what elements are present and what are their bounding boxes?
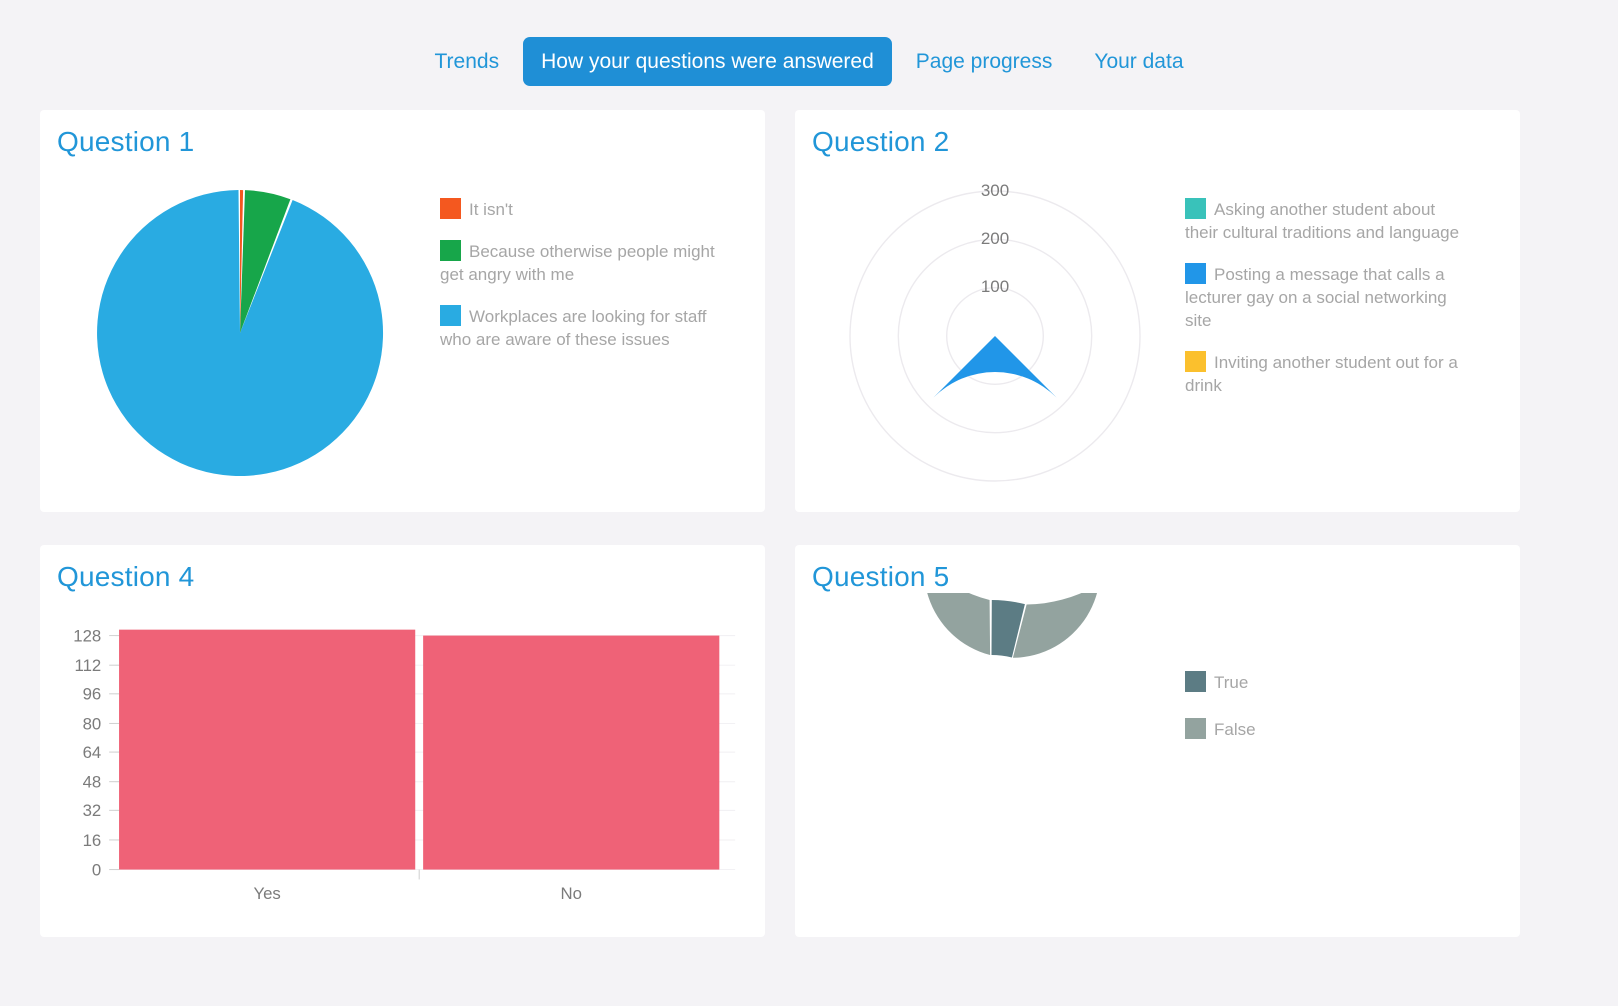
card-question-5: Question 5 True False [795,545,1520,937]
legend-label: Asking another student about their cultu… [1185,200,1460,242]
tab-trends[interactable]: Trends [417,37,518,86]
legend-swatch-orange-icon [440,198,461,219]
doughnut-slice-false[interactable] [882,545,1168,658]
legend-question-5: True False [1185,593,1256,765]
y-tick-label-64: 64 [83,743,102,762]
legend-label: True [1214,673,1249,692]
legend-item-true[interactable]: True [1185,671,1256,695]
legend-question-2: Asking another student about their cultu… [1185,158,1470,416]
polar-sector-posting-message[interactable] [933,336,1057,398]
y-tick-label-32: 32 [83,801,102,820]
y-tick-label-96: 96 [83,685,102,704]
card-body-question-5: True False [795,545,1520,930]
legend-swatch-dark-slate-icon [1185,671,1206,692]
tab-page-progress[interactable]: Page progress [898,37,1071,86]
legend-label: It isn't [469,200,513,219]
polar-area-chart-question-2: 300 200 100 [795,158,1185,493]
card-question-1: Question 1 It isn't Because otherwise pe… [40,110,765,512]
legend-swatch-blue-icon [1185,262,1206,284]
card-title-question-2: Question 2 [812,126,950,157]
tab-how-your-questions-were-answered[interactable]: How your questions were answered [523,36,892,86]
legend-item-posting-message[interactable]: Posting a message that calls a lecturer … [1185,262,1470,333]
legend-swatch-blue-icon [440,304,461,326]
x-tick-label-no: No [561,884,582,903]
legend-label: Inviting another student out for a drink [1185,352,1458,395]
bar-chart-y-ticks [109,635,120,871]
legend-item-it-isnt[interactable]: It isn't [440,198,725,222]
legend-label: Workplaces are looking for staff who are… [440,306,707,349]
legend-item-inviting-student[interactable]: Inviting another student out for a drink [1185,350,1470,398]
x-tick-label-yes: Yes [253,884,280,903]
y-tick-label-16: 16 [83,831,102,850]
card-question-2: Question 2 300 200 100 Asking another st… [795,110,1520,512]
legend-label: False [1214,719,1256,739]
legend-question-1: It isn't Because otherwise people might … [440,158,725,370]
card-body-question-2: 300 200 100 Asking another student about… [795,158,1520,505]
legend-item-because-otherwise[interactable]: Because otherwise people might get angry… [440,239,725,287]
legend-label: Posting a message that calls a lecturer … [1185,264,1447,330]
legend-item-asking-another-student[interactable]: Asking another student about their cultu… [1185,198,1470,245]
doughnut-chart-question-5 [795,545,1185,928]
card-title-question-5: Question 5 [812,561,950,592]
card-title-question-1: Question 1 [57,126,195,157]
card-body-question-1: It isn't Because otherwise people might … [40,158,765,505]
y-tick-label-0: 0 [92,860,101,879]
tab-your-data[interactable]: Your data [1076,37,1201,86]
legend-item-false[interactable]: False [1185,717,1256,742]
legend-swatch-teal-icon [1185,198,1206,219]
card-body-question-4: 0 16 32 48 64 80 96 112 128 Yes No [40,593,765,930]
card-question-4: Question 4 0 16 32 48 64 80 96 112 128 Y… [40,545,765,937]
y-tick-label-48: 48 [83,773,102,792]
y-tick-label-112: 112 [75,656,102,675]
tab-navigation: Trends How your questions were answered … [0,0,1618,100]
legend-swatch-gray-green-icon [1185,717,1206,739]
question-card-grid: Question 1 It isn't Because otherwise pe… [40,110,1548,937]
polar-tick-200: 200 [981,229,1009,248]
bar-no[interactable] [423,635,720,870]
legend-label: Because otherwise people might get angry… [440,241,715,284]
y-tick-label-128: 128 [73,626,101,645]
legend-swatch-green-icon [440,239,461,261]
bar-chart-question-4: 0 16 32 48 64 80 96 112 128 Yes No [73,626,736,903]
polar-tick-100: 100 [981,277,1009,296]
pie-chart-question-1 [40,158,440,493]
dashboard-page: Trends How your questions were answered … [0,0,1618,1006]
card-title-question-4: Question 4 [57,561,195,592]
y-tick-label-80: 80 [83,714,102,733]
legend-swatch-yellow-icon [1185,350,1206,372]
bar-yes[interactable] [119,629,416,870]
legend-item-workplaces[interactable]: Workplaces are looking for staff who are… [440,304,725,352]
polar-tick-300: 300 [981,181,1009,200]
